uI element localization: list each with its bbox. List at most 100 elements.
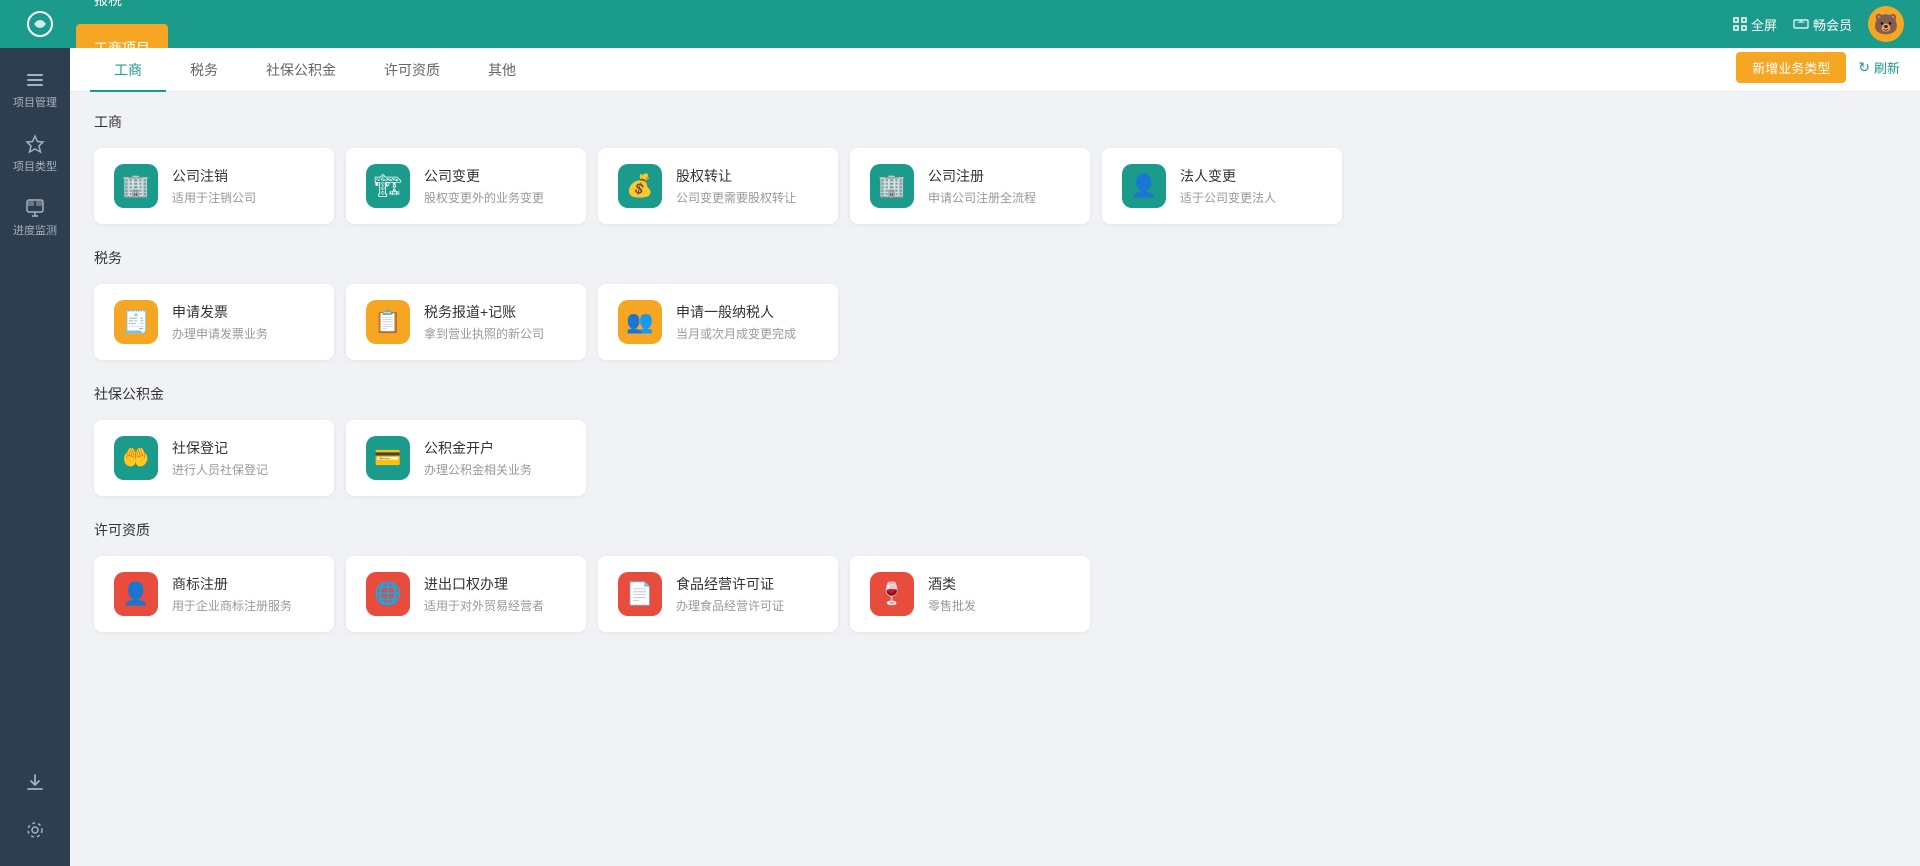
main-scroll-content[interactable]: 工商 🏢 公司注销 适用于注销公司 🏗 公司变更 股权变更外的业务变更 💰 股权… xyxy=(70,92,1920,866)
fullscreen-button[interactable]: 全屏 xyxy=(1733,15,1777,34)
card-公司注销[interactable]: 🏢 公司注销 适用于注销公司 xyxy=(94,148,334,224)
refresh-button[interactable]: ↻ 刷新 xyxy=(1858,58,1900,77)
content-area: 工商税务社保公积金许可资质其他 新增业务类型 ↻ 刷新 工商 🏢 公司注销 适用… xyxy=(70,48,1920,866)
card-申请一般纳税人[interactable]: 👥 申请一般纳税人 当月或次月成变更完成 xyxy=(598,284,838,360)
card-title: 社保登记 xyxy=(172,438,268,458)
sidebar-bottom xyxy=(0,762,70,866)
card-申请发票[interactable]: 🧾 申请发票 办理申请发票业务 xyxy=(94,284,334,360)
settings-icon xyxy=(25,820,45,840)
card-酒类[interactable]: 🍷 酒类 零售批发 xyxy=(850,556,1090,632)
card-desc: 股权变更外的业务变更 xyxy=(424,189,544,206)
user-avatar[interactable]: 🐻 xyxy=(1868,6,1904,42)
card-desc: 适用于对外贸易经营者 xyxy=(424,597,544,614)
card-desc: 办理申请发票业务 xyxy=(172,325,268,342)
card-desc: 进行人员社保登记 xyxy=(172,461,268,478)
tabs-actions: 新增业务类型 ↻ 刷新 xyxy=(1736,52,1900,91)
sidebar-item-project-type[interactable]: 项目类型 xyxy=(0,122,70,186)
tab-工商[interactable]: 工商 xyxy=(90,50,166,92)
card-text: 社保登记 进行人员社保登记 xyxy=(172,438,268,478)
card-title: 法人变更 xyxy=(1180,166,1276,186)
nav-right-actions: 全屏 畅会员 🐻 xyxy=(1733,6,1904,42)
list-icon xyxy=(25,70,45,90)
tab-税务[interactable]: 税务 xyxy=(166,50,242,92)
card-text: 进出口权办理 适用于对外贸易经营者 xyxy=(424,574,544,614)
card-desc: 办理食品经营许可证 xyxy=(676,597,784,614)
card-进出口权办理[interactable]: 🌐 进出口权办理 适用于对外贸易经营者 xyxy=(346,556,586,632)
sidebar: 项目管理 项目类型 进度监测 xyxy=(0,48,70,866)
card-社保登记[interactable]: 🤲 社保登记 进行人员社保登记 xyxy=(94,420,334,496)
app-logo xyxy=(16,0,64,48)
section-税务: 税务 🧾 申请发票 办理申请发票业务 📋 税务报道+记账 拿到营业执照的新公司 … xyxy=(94,248,1896,360)
sidebar-item-settings[interactable] xyxy=(0,810,70,850)
card-title: 股权转让 xyxy=(676,166,796,186)
main-layout: 项目管理 项目类型 进度监测 xyxy=(0,48,1920,866)
sidebar-item-project-management[interactable]: 项目管理 xyxy=(0,58,70,122)
tab-社保公积金[interactable]: 社保公积金 xyxy=(242,50,360,92)
card-text: 申请一般纳税人 当月或次月成变更完成 xyxy=(676,302,796,342)
card-text: 商标注册 用于企业商标注册服务 xyxy=(172,574,292,614)
card-title: 公司变更 xyxy=(424,166,544,186)
tabs-container: 工商税务社保公积金许可资质其他 xyxy=(90,50,540,91)
card-desc: 拿到营业执照的新公司 xyxy=(424,325,544,342)
download-icon xyxy=(25,772,45,792)
card-公司注册[interactable]: 🏢 公司注册 申请公司注册全流程 xyxy=(850,148,1090,224)
card-desc: 办理公积金相关业务 xyxy=(424,461,532,478)
card-title: 申请一般纳税人 xyxy=(676,302,796,322)
card-食品经营许可证[interactable]: 📄 食品经营许可证 办理食品经营许可证 xyxy=(598,556,838,632)
card-title: 商标注册 xyxy=(172,574,292,594)
section-title: 许可资质 xyxy=(94,520,1896,540)
vip-label: 畅会员 xyxy=(1813,15,1852,34)
fullscreen-icon xyxy=(1733,17,1747,31)
card-text: 公司注销 适用于注销公司 xyxy=(172,166,256,206)
card-desc: 用于企业商标注册服务 xyxy=(172,597,292,614)
card-desc: 零售批发 xyxy=(928,597,976,614)
sidebar-label-project-management: 项目管理 xyxy=(13,94,57,110)
star-icon xyxy=(25,134,45,154)
section-社保公积金: 社保公积金 🤲 社保登记 进行人员社保登记 💳 公积金开户 办理公积金相关业务 xyxy=(94,384,1896,496)
card-title: 公司注销 xyxy=(172,166,256,186)
new-type-button[interactable]: 新增业务类型 xyxy=(1736,52,1846,83)
card-title: 申请发票 xyxy=(172,302,268,322)
card-title: 食品经营许可证 xyxy=(676,574,784,594)
card-股权转让[interactable]: 💰 股权转让 公司变更需要股权转让 xyxy=(598,148,838,224)
card-公司变更[interactable]: 🏗 公司变更 股权变更外的业务变更 xyxy=(346,148,586,224)
sections-container: 工商 🏢 公司注销 适用于注销公司 🏗 公司变更 股权变更外的业务变更 💰 股权… xyxy=(94,112,1896,632)
card-desc: 申请公司注册全流程 xyxy=(928,189,1036,206)
card-公积金开户[interactable]: 💳 公积金开户 办理公积金相关业务 xyxy=(346,420,586,496)
tab-许可资质[interactable]: 许可资质 xyxy=(360,50,464,92)
section-工商: 工商 🏢 公司注销 适用于注销公司 🏗 公司变更 股权变更外的业务变更 💰 股权… xyxy=(94,112,1896,224)
card-税务报道+记账[interactable]: 📋 税务报道+记账 拿到营业执照的新公司 xyxy=(346,284,586,360)
nav-item-报税[interactable]: 报税 xyxy=(76,0,168,24)
sidebar-item-download[interactable] xyxy=(0,762,70,802)
card-title: 公积金开户 xyxy=(424,438,532,458)
card-text: 法人变更 适于公司变更法人 xyxy=(1180,166,1276,206)
card-title: 税务报道+记账 xyxy=(424,302,544,322)
card-title: 进出口权办理 xyxy=(424,574,544,594)
card-text: 税务报道+记账 拿到营业执照的新公司 xyxy=(424,302,544,342)
vip-icon xyxy=(1793,16,1809,32)
section-title: 税务 xyxy=(94,248,1896,268)
vip-button[interactable]: 畅会员 xyxy=(1793,15,1852,34)
card-desc: 公司变更需要股权转让 xyxy=(676,189,796,206)
top-navigation: 首页客户收费票据记账报税工商项目消息管理经营服务设置 全屏 畅会员 🐻 xyxy=(0,0,1920,48)
card-text: 股权转让 公司变更需要股权转让 xyxy=(676,166,796,206)
cards-grid: 🏢 公司注销 适用于注销公司 🏗 公司变更 股权变更外的业务变更 💰 股权转让 … xyxy=(94,148,1896,224)
refresh-label: 刷新 xyxy=(1874,58,1900,77)
card-desc: 当月或次月成变更完成 xyxy=(676,325,796,342)
tab-其他[interactable]: 其他 xyxy=(464,50,540,92)
section-title: 工商 xyxy=(94,112,1896,132)
card-法人变更[interactable]: 👤 法人变更 适于公司变更法人 xyxy=(1102,148,1342,224)
section-许可资质: 许可资质 👤 商标注册 用于企业商标注册服务 🌐 进出口权办理 适用于对外贸易经… xyxy=(94,520,1896,632)
sidebar-label-project-type: 项目类型 xyxy=(13,158,57,174)
sidebar-item-progress-monitor[interactable]: 进度监测 xyxy=(0,186,70,250)
card-text: 公司注册 申请公司注册全流程 xyxy=(928,166,1036,206)
tabs-bar: 工商税务社保公积金许可资质其他 新增业务类型 ↻ 刷新 xyxy=(70,48,1920,92)
monitor-icon xyxy=(25,198,45,218)
card-商标注册[interactable]: 👤 商标注册 用于企业商标注册服务 xyxy=(94,556,334,632)
sidebar-label-progress-monitor: 进度监测 xyxy=(13,222,57,238)
cards-grid: 🧾 申请发票 办理申请发票业务 📋 税务报道+记账 拿到营业执照的新公司 👥 申… xyxy=(94,284,1896,360)
card-text: 酒类 零售批发 xyxy=(928,574,976,614)
card-text: 食品经营许可证 办理食品经营许可证 xyxy=(676,574,784,614)
card-text: 申请发票 办理申请发票业务 xyxy=(172,302,268,342)
card-text: 公司变更 股权变更外的业务变更 xyxy=(424,166,544,206)
